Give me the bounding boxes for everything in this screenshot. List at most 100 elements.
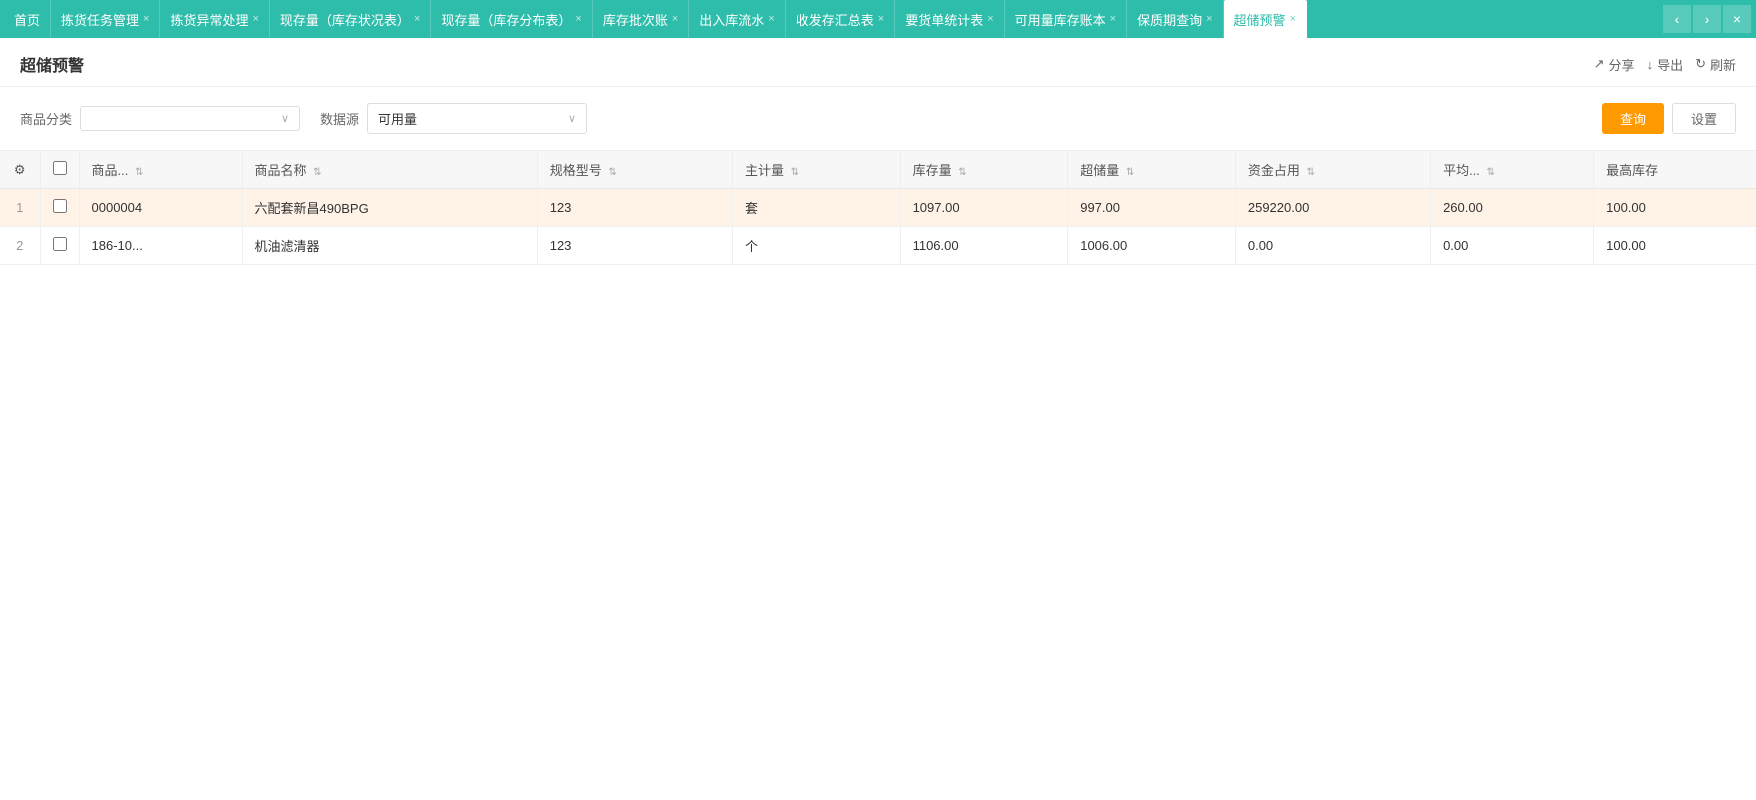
export-button[interactable]: ↓ 导出 (1647, 55, 1684, 74)
nav-next-btn[interactable]: › (1693, 5, 1721, 33)
table-row: 1 0000004 六配套新昌490BPG 123 套 1097.00 997.… (0, 189, 1756, 227)
tab-available-close[interactable]: × (1110, 13, 1116, 25)
cell-spec: 123 (537, 227, 732, 265)
nav-close-btn[interactable]: × (1723, 5, 1751, 33)
col-stock-label: 库存量 (913, 163, 952, 178)
cell-stock: 1097.00 (900, 189, 1068, 227)
share-label: 分享 (1609, 55, 1635, 74)
category-label: 商品分类 (20, 109, 72, 128)
col-capital-label: 资金占用 (1248, 163, 1300, 178)
tab-stock-status-label: 现存量（库存状况表） (280, 10, 410, 29)
export-icon: ↓ (1647, 57, 1654, 72)
tab-overstock-close[interactable]: × (1290, 13, 1296, 25)
cell-stock: 1106.00 (900, 227, 1068, 265)
sort-product-name-icon: ⇅ (313, 167, 321, 178)
col-max-stock[interactable]: 最高库存 (1594, 151, 1756, 189)
filter-buttons: 查询 设置 (1602, 103, 1736, 134)
page-header: 超储预警 ↗ 分享 ↓ 导出 ↻ 刷新 (0, 38, 1756, 87)
cell-capital: 259220.00 (1235, 189, 1430, 227)
sort-product-code-icon: ⇅ (135, 167, 143, 178)
tab-batch[interactable]: 库存批次账 × (593, 0, 689, 38)
col-spec[interactable]: 规格型号 ⇅ (537, 151, 732, 189)
cell-product-name: 六配套新昌490BPG (242, 189, 537, 227)
col-overstock[interactable]: 超储量 ⇅ (1068, 151, 1236, 189)
cell-unit: 个 (732, 227, 900, 265)
col-product-code-label: 商品... (92, 163, 129, 178)
col-product-name[interactable]: 商品名称 ⇅ (242, 151, 537, 189)
share-button[interactable]: ↗ 分享 (1594, 55, 1635, 74)
tab-pick-exception-close[interactable]: × (252, 13, 258, 25)
datasource-dropdown-icon: ∨ (568, 112, 576, 125)
datasource-select[interactable]: 可用量 ∨ (367, 103, 587, 134)
row-num: 2 (0, 227, 40, 265)
tab-pick-exception-label: 拣货异常处理 (170, 10, 248, 29)
settings-icon: ⚙ (14, 162, 26, 177)
header-actions: ↗ 分享 ↓ 导出 ↻ 刷新 (1594, 55, 1736, 74)
cell-product-code: 0000004 (79, 189, 242, 227)
tab-overstock-label: 超储预警 (1234, 10, 1286, 29)
sort-spec-icon: ⇅ (608, 167, 616, 178)
tab-expiry-close[interactable]: × (1206, 13, 1212, 25)
cell-spec: 123 (537, 189, 732, 227)
tab-home[interactable]: 首页 (4, 0, 51, 38)
col-product-code[interactable]: 商品... ⇅ (79, 151, 242, 189)
tab-stock-status[interactable]: 现存量（库存状况表） × (270, 0, 431, 38)
cell-unit: 套 (732, 189, 900, 227)
query-button[interactable]: 查询 (1602, 103, 1664, 134)
refresh-icon: ↻ (1695, 56, 1706, 72)
table-row: 2 186-10... 机油滤清器 123 个 1106.00 1006.00 … (0, 227, 1756, 265)
topbar-nav: ‹ › × (1662, 5, 1752, 33)
settings-button[interactable]: 设置 (1672, 103, 1736, 134)
cell-overstock: 997.00 (1068, 189, 1236, 227)
tab-flow-label: 出入库流水 (699, 10, 764, 29)
col-capital[interactable]: 资金占用 ⇅ (1235, 151, 1430, 189)
filter-datasource: 数据源 可用量 ∨ (320, 103, 587, 134)
table-wrapper: ⚙ 商品... ⇅ 商品名称 ⇅ 规格型号 ⇅ (0, 151, 1756, 265)
tab-available-label: 可用量库存账本 (1015, 10, 1106, 29)
datasource-select-value: 可用量 (378, 109, 417, 128)
tab-flow-close[interactable]: × (768, 13, 774, 25)
refresh-button[interactable]: ↻ 刷新 (1695, 55, 1736, 74)
row-checkbox[interactable] (53, 237, 67, 251)
col-avg[interactable]: 平均... ⇅ (1431, 151, 1594, 189)
tab-pick-task[interactable]: 拣货任务管理 × (51, 0, 160, 38)
tab-stock-status-close[interactable]: × (414, 13, 420, 25)
table-header-row: ⚙ 商品... ⇅ 商品名称 ⇅ 规格型号 ⇅ (0, 151, 1756, 189)
tab-flow[interactable]: 出入库流水 × (689, 0, 785, 38)
tab-available[interactable]: 可用量库存账本 × (1005, 0, 1127, 38)
tab-summary-close[interactable]: × (878, 13, 884, 25)
col-max-stock-label: 最高库存 (1606, 163, 1658, 178)
share-icon: ↗ (1594, 56, 1605, 72)
tab-pick-exception[interactable]: 拣货异常处理 × (160, 0, 269, 38)
col-spec-label: 规格型号 (550, 163, 602, 178)
select-all-checkbox[interactable] (53, 161, 67, 175)
tab-overstock[interactable]: 超储预警 × (1224, 0, 1307, 38)
topbar: 首页 拣货任务管理 × 拣货异常处理 × 现存量（库存状况表） × 现存量（库存… (0, 0, 1756, 38)
tab-order-stats[interactable]: 要货单统计表 × (895, 0, 1004, 38)
tab-order-stats-label: 要货单统计表 (905, 10, 983, 29)
tab-batch-close[interactable]: × (672, 13, 678, 25)
row-checkbox[interactable] (53, 199, 67, 213)
tab-order-stats-close[interactable]: × (987, 13, 993, 25)
col-unit-label: 主计量 (745, 163, 784, 178)
refresh-label: 刷新 (1710, 55, 1736, 74)
tab-pick-task-close[interactable]: × (143, 13, 149, 25)
nav-prev-btn[interactable]: ‹ (1663, 5, 1691, 33)
col-settings[interactable]: ⚙ (0, 151, 40, 189)
category-select[interactable]: ∨ (80, 106, 300, 131)
tab-stock-dist-close[interactable]: × (575, 13, 581, 25)
tab-stock-dist[interactable]: 现存量（库存分布表） × (431, 0, 592, 38)
col-unit[interactable]: 主计量 ⇅ (732, 151, 900, 189)
tab-pick-task-label: 拣货任务管理 (61, 10, 139, 29)
tab-expiry-label: 保质期查询 (1137, 10, 1202, 29)
page-content: 超储预警 ↗ 分享 ↓ 导出 ↻ 刷新 商品分类 ∨ 数据源 (0, 38, 1756, 800)
category-dropdown-icon: ∨ (281, 112, 289, 125)
row-num: 1 (0, 189, 40, 227)
filter-bar: 商品分类 ∨ 数据源 可用量 ∨ 查询 设置 (0, 87, 1756, 151)
tab-summary[interactable]: 收发存汇总表 × (786, 0, 895, 38)
data-table: ⚙ 商品... ⇅ 商品名称 ⇅ 规格型号 ⇅ (0, 151, 1756, 265)
cell-overstock: 1006.00 (1068, 227, 1236, 265)
page-title: 超储预警 (20, 52, 84, 76)
col-stock[interactable]: 库存量 ⇅ (900, 151, 1068, 189)
tab-expiry[interactable]: 保质期查询 × (1127, 0, 1223, 38)
